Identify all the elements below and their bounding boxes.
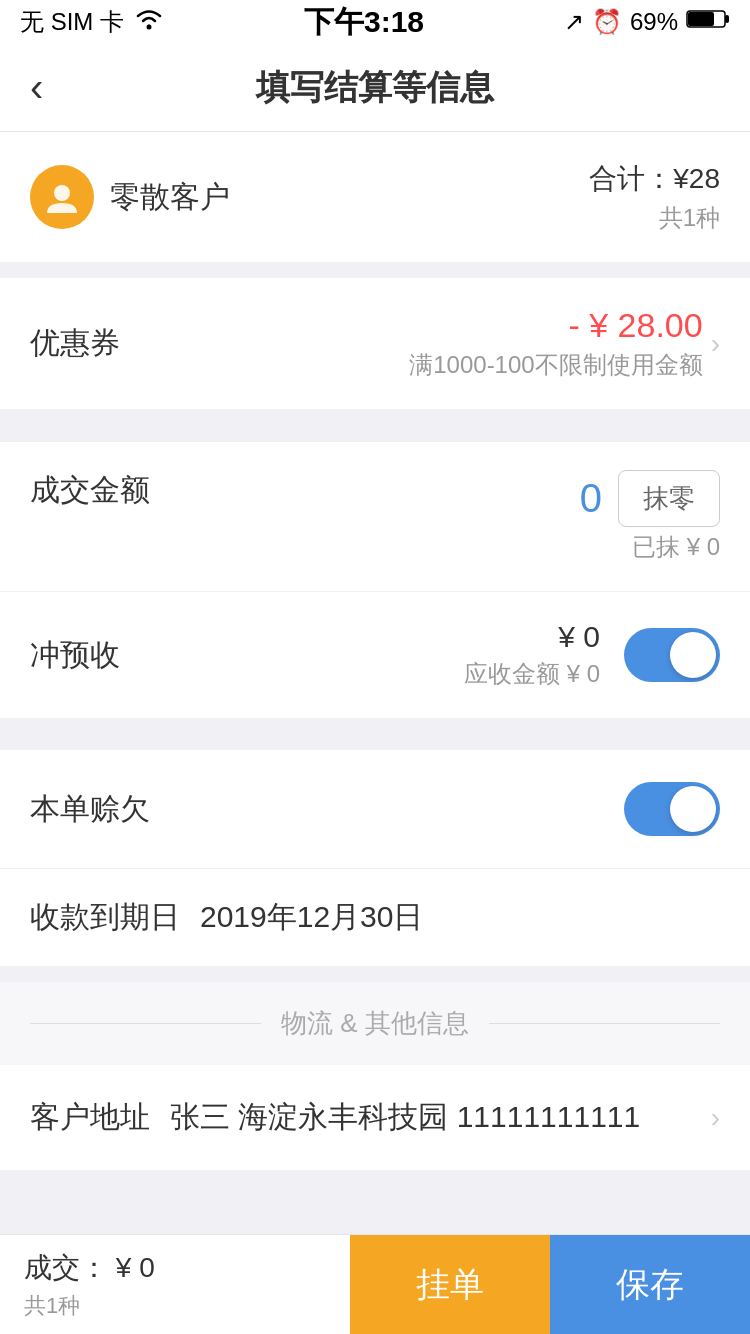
debt-label: 本单赊欠: [30, 789, 150, 830]
status-time: 下午3:18: [304, 2, 424, 43]
save-button[interactable]: 保存: [550, 1235, 750, 1334]
address-chevron-icon: ›: [711, 1102, 720, 1134]
pre-sub-amount: 应收金额 ¥ 0: [464, 658, 600, 690]
nav-bar: ‹ 填写结算等信息: [0, 44, 750, 132]
debt-section: 本单赊欠 收款到期日 2019年12月30日: [0, 750, 750, 966]
logistics-divider: 物流 & 其他信息: [0, 982, 750, 1065]
separator-2: [0, 734, 750, 750]
address-label: 客户地址: [30, 1097, 150, 1138]
pre-label: 冲预收: [30, 635, 120, 676]
pre-amounts: ¥ 0 应收金额 ¥ 0: [464, 620, 600, 690]
page-title: 填写结算等信息: [256, 65, 494, 111]
debt-toggle-knob: [670, 786, 716, 832]
address-section: 客户地址 张三 海淀永丰科技园 11111111111 ›: [0, 1065, 750, 1170]
pre-right: ¥ 0 应收金额 ¥ 0: [464, 620, 720, 690]
battery-label: 69%: [630, 8, 678, 36]
coupon-row[interactable]: 优惠券 - ¥ 28.00 满1000-100不限制使用金额 ›: [0, 278, 750, 409]
deal-right: 0 抹零: [580, 470, 720, 527]
bottom-info: 成交： ¥ 0 共1种: [0, 1235, 350, 1334]
sim-label: 无 SIM 卡: [20, 6, 124, 38]
coupon-chevron-icon: ›: [711, 328, 720, 360]
hold-button[interactable]: 挂单: [350, 1235, 550, 1334]
location-icon: ↗: [564, 8, 584, 36]
coupon-section: 优惠券 - ¥ 28.00 满1000-100不限制使用金额 ›: [0, 278, 750, 409]
back-button[interactable]: ‹: [30, 65, 43, 110]
pre-main-amount: ¥ 0: [464, 620, 600, 654]
svg-rect-3: [688, 12, 714, 26]
deal-label: 成交金额: [30, 470, 150, 511]
customer-left: 零散客户: [30, 165, 230, 229]
deal-section: 成交金额 0 抹零 已抹 ¥ 0 冲预收 ¥ 0 应收金额 ¥ 0: [0, 441, 750, 718]
round-button[interactable]: 抹零: [618, 470, 720, 527]
bottom-count-label: 共1种: [24, 1291, 326, 1321]
svg-point-0: [147, 25, 152, 30]
due-value: 2019年12月30日: [200, 897, 423, 938]
status-bar: 无 SIM 卡 下午3:18 ↗ ⏰ 69%: [0, 0, 750, 44]
svg-point-4: [54, 185, 70, 201]
customer-row: 零散客户 合计：¥28 共1种: [0, 132, 750, 262]
svg-rect-2: [725, 15, 729, 23]
coupon-right: - ¥ 28.00 满1000-100不限制使用金额: [409, 306, 702, 381]
content: 零散客户 合计：¥28 共1种 优惠券 - ¥ 28.00 满1000-100不…: [0, 132, 750, 1306]
divider-line-right: [489, 1023, 720, 1024]
total-label: 合计：¥28: [589, 160, 720, 198]
customer-section: 零散客户 合计：¥28 共1种: [0, 132, 750, 262]
bottom-bar: 成交： ¥ 0 共1种 挂单 保存: [0, 1234, 750, 1334]
bottom-deal-label: 成交： ¥ 0: [24, 1249, 326, 1287]
due-date-row: 收款到期日 2019年12月30日: [0, 868, 750, 966]
divider-line-left: [30, 1023, 261, 1024]
separator-1: [0, 425, 750, 441]
deal-value: 0: [580, 476, 602, 521]
status-right: ↗ ⏰ 69%: [564, 8, 730, 36]
due-label: 收款到期日: [30, 897, 180, 938]
wifi-icon: [134, 8, 164, 36]
total-count: 共1种: [589, 202, 720, 234]
deal-amount-row: 成交金额 0 抹零 已抹 ¥ 0: [0, 441, 750, 591]
debt-row: 本单赊欠: [0, 750, 750, 868]
status-left: 无 SIM 卡: [20, 6, 164, 38]
pre-receive-row: 冲预收 ¥ 0 应收金额 ¥ 0: [0, 591, 750, 718]
coupon-label: 优惠券: [30, 323, 120, 364]
toggle-knob: [670, 632, 716, 678]
customer-name: 零散客户: [110, 177, 230, 218]
coupon-desc: 满1000-100不限制使用金额: [409, 349, 702, 381]
coupon-amount: - ¥ 28.00: [568, 306, 702, 345]
customer-right: 合计：¥28 共1种: [589, 160, 720, 234]
section-divider-text: 物流 & 其他信息: [261, 1006, 489, 1041]
avatar: [30, 165, 94, 229]
battery-icon: [686, 8, 730, 36]
address-row[interactable]: 客户地址 张三 海淀永丰科技园 11111111111 ›: [0, 1065, 750, 1170]
debt-toggle[interactable]: [624, 782, 720, 836]
deal-sub: 已抹 ¥ 0: [632, 531, 720, 563]
pre-receive-toggle[interactable]: [624, 628, 720, 682]
alarm-icon: ⏰: [592, 8, 622, 36]
address-value: 张三 海淀永丰科技园 11111111111: [170, 1097, 711, 1138]
